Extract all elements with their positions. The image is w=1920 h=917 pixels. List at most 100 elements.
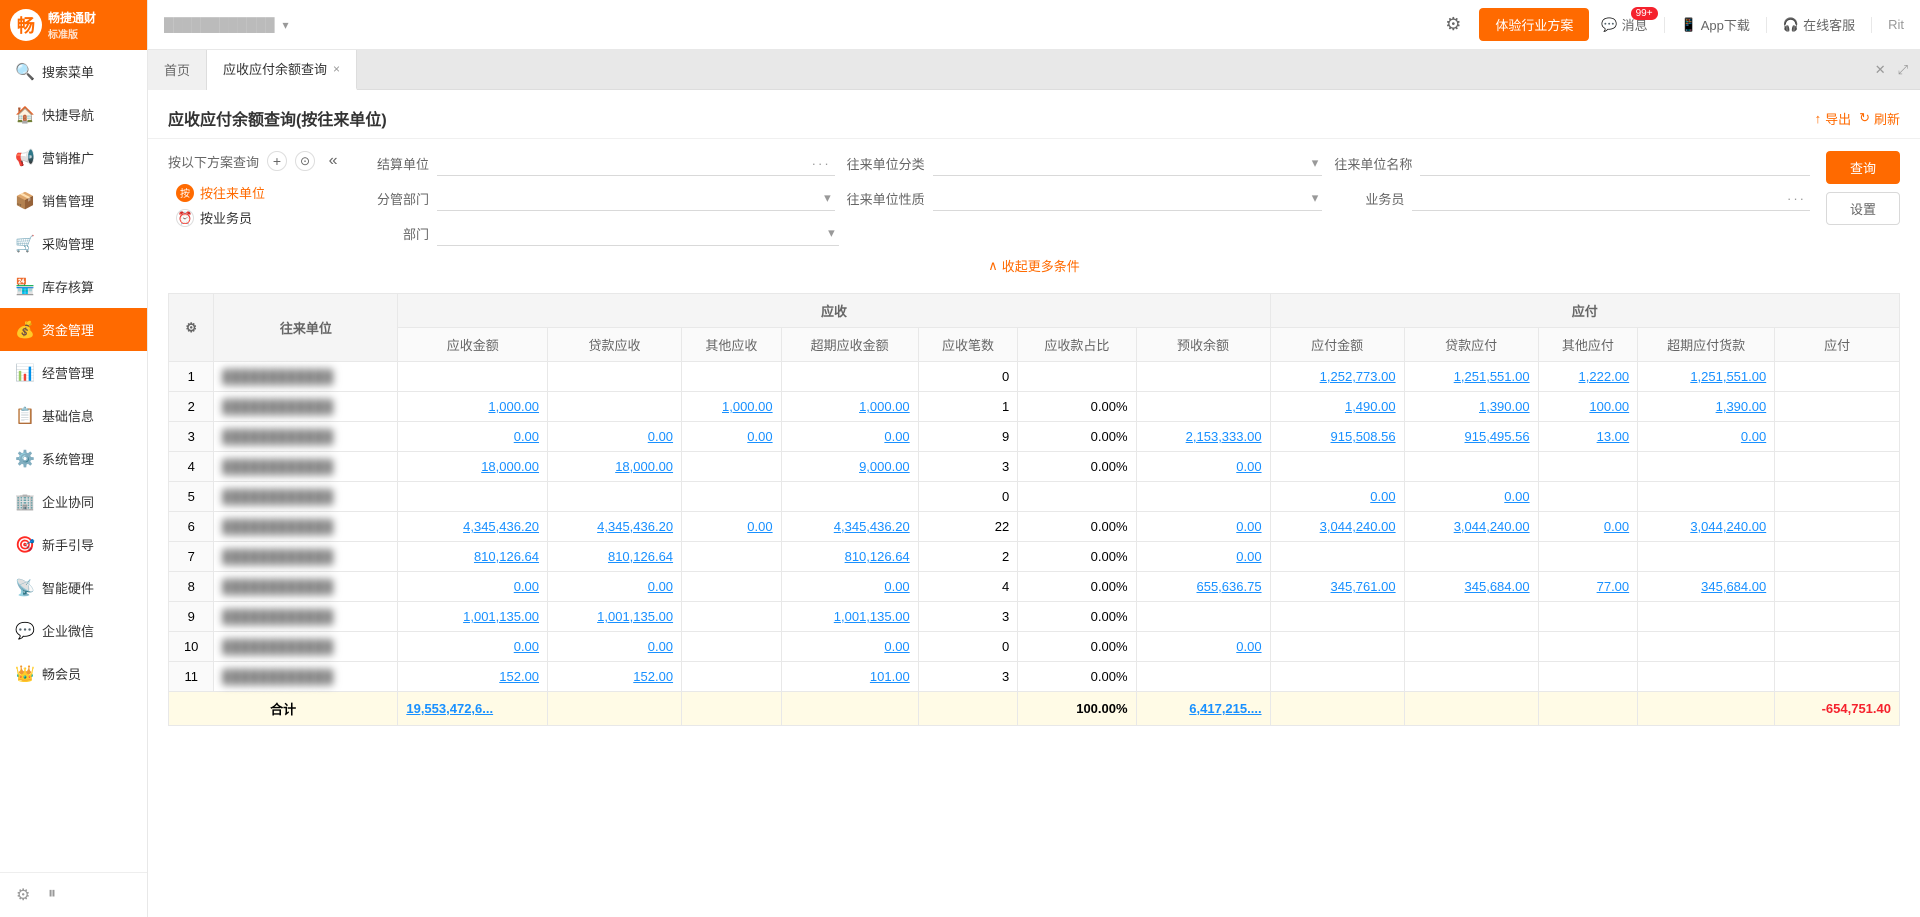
- cell-ap_other[interactable]: 13.00: [1538, 422, 1638, 452]
- cell-ar_loan[interactable]: 810,126.64: [548, 542, 682, 572]
- cell-ar_other[interactable]: 1,000.00: [682, 392, 782, 422]
- sidebar-item-enterprise[interactable]: 🏢 企业协同: [0, 480, 147, 523]
- partner-name-input[interactable]: [1420, 152, 1810, 176]
- cell-ap_amount[interactable]: 1,490.00: [1270, 392, 1404, 422]
- cell-ar_overdue[interactable]: 101.00: [781, 662, 918, 692]
- cell-ap_loan[interactable]: 0.00: [1404, 482, 1538, 512]
- sidebar-item-system[interactable]: ⚙️ 系统管理: [0, 437, 147, 480]
- sidebar-item-warehouse[interactable]: 🏪 库存核算: [0, 265, 147, 308]
- cell-prepaid[interactable]: 0.00: [1136, 542, 1270, 572]
- cell-ap_other[interactable]: 100.00: [1538, 392, 1638, 422]
- cell-ap_amount[interactable]: 915,508.56: [1270, 422, 1404, 452]
- cell-ar_count[interactable]: 3: [918, 452, 1018, 482]
- settings-footer-icon[interactable]: ⚙: [16, 885, 36, 905]
- cell-ar_ratio[interactable]: 0.00%: [1018, 512, 1136, 542]
- cell-ar_amount[interactable]: 18,000.00: [398, 452, 548, 482]
- cell-ar_other[interactable]: 0.00: [682, 422, 782, 452]
- sidebar-item-marketing[interactable]: 📢 营销推广: [0, 136, 147, 179]
- cell-prepaid[interactable]: 0.00: [1136, 632, 1270, 662]
- cell-ar_ratio[interactable]: 0.00%: [1018, 422, 1136, 452]
- cell-ar_overdue[interactable]: 0.00: [781, 422, 918, 452]
- cell-ar_ratio[interactable]: 0.00%: [1018, 392, 1136, 422]
- cell-ap_amount[interactable]: 3,044,240.00: [1270, 512, 1404, 542]
- cell-ap_overdue[interactable]: 1,390.00: [1638, 392, 1775, 422]
- cell-ar_overdue[interactable]: 810,126.64: [781, 542, 918, 572]
- cell-ar_amount[interactable]: 0.00: [398, 632, 548, 662]
- cell-ap_loan[interactable]: 1,251,551.00: [1404, 362, 1538, 392]
- cell-ap_overdue[interactable]: 3,044,240.00: [1638, 512, 1775, 542]
- cell-ar_overdue[interactable]: 1,000.00: [781, 392, 918, 422]
- cell-ap_overdue[interactable]: 1,251,551.00: [1638, 362, 1775, 392]
- cell-prepaid[interactable]: 2,153,333.00: [1136, 422, 1270, 452]
- cell-ar_overdue[interactable]: 9,000.00: [781, 452, 918, 482]
- cell-ap_amount[interactable]: 0.00: [1270, 482, 1404, 512]
- cell-ar_amount[interactable]: 4,345,436.20: [398, 512, 548, 542]
- sidebar-item-base-info[interactable]: 📋 基础信息: [0, 394, 147, 437]
- refresh-button[interactable]: ↻ 刷新: [1859, 109, 1900, 128]
- cell-ap_overdue[interactable]: 0.00: [1638, 422, 1775, 452]
- cell-ar_overdue[interactable]: 0.00: [781, 572, 918, 602]
- cell-ar_count[interactable]: 2: [918, 542, 1018, 572]
- cell-ap_amount[interactable]: 1,252,773.00: [1270, 362, 1404, 392]
- filter-config-button[interactable]: ⊙: [295, 151, 315, 171]
- cell-prepaid[interactable]: 0.00: [1136, 512, 1270, 542]
- export-button[interactable]: ↑ 导出: [1815, 109, 1852, 128]
- topbar-app-download[interactable]: 📱 App下载: [1681, 15, 1750, 34]
- table-settings-icon[interactable]: ⚙: [169, 294, 214, 362]
- cell-ar_amount[interactable]: 0.00: [398, 572, 548, 602]
- collapse-footer-icon[interactable]: ⏸: [48, 885, 68, 905]
- sidebar-item-wechat[interactable]: 💬 企业微信: [0, 609, 147, 652]
- topbar-gear-button[interactable]: ⚙: [1439, 11, 1467, 39]
- cell-ar_amount[interactable]: 1,000.00: [398, 392, 548, 422]
- cell-ar_amount[interactable]: 152.00: [398, 662, 548, 692]
- collapse-more-button[interactable]: ∧ 收起更多条件: [168, 250, 1900, 281]
- sidebar-item-member[interactable]: 👑 畅会员: [0, 652, 147, 695]
- sidebar-item-sales[interactable]: 📦 销售管理: [0, 179, 147, 222]
- cell-ar_amount[interactable]: 810,126.64: [398, 542, 548, 572]
- tab-home[interactable]: 首页: [148, 50, 207, 90]
- sidebar-item-purchase[interactable]: 🛒 采购管理: [0, 222, 147, 265]
- topbar-messages[interactable]: 💬 消息 99+: [1601, 15, 1647, 34]
- cell-ar_count[interactable]: 4: [918, 572, 1018, 602]
- cell-ar_amount[interactable]: 0.00: [398, 422, 548, 452]
- topbar-user[interactable]: Rit: [1888, 17, 1904, 32]
- footer-prepaid[interactable]: 6,417,215....: [1136, 692, 1270, 726]
- cell-prepaid[interactable]: 655,636.75: [1136, 572, 1270, 602]
- cell-ap_loan[interactable]: 3,044,240.00: [1404, 512, 1538, 542]
- cell-ar_loan[interactable]: 1,001,135.00: [548, 602, 682, 632]
- sidebar-item-operations[interactable]: 📊 经营管理: [0, 351, 147, 394]
- filter-collapse-button[interactable]: «: [323, 151, 343, 171]
- filter-add-button[interactable]: +: [267, 151, 287, 171]
- cell-ar_ratio[interactable]: 0.00%: [1018, 662, 1136, 692]
- cell-ar_loan[interactable]: 18,000.00: [548, 452, 682, 482]
- cell-ar_amount[interactable]: 1,001,135.00: [398, 602, 548, 632]
- cell-ar_loan[interactable]: 4,345,436.20: [548, 512, 682, 542]
- cell-ap_amount[interactable]: 345,761.00: [1270, 572, 1404, 602]
- cell-ar_loan[interactable]: 152.00: [548, 662, 682, 692]
- cell-ap_other[interactable]: 1,222.00: [1538, 362, 1638, 392]
- settings-button[interactable]: 设置: [1826, 192, 1900, 225]
- cell-ar_count[interactable]: 1: [918, 392, 1018, 422]
- salesperson-dots[interactable]: ···: [1787, 191, 1806, 206]
- filter-scheme-salesperson[interactable]: ⏰ 按业务员: [176, 208, 343, 227]
- cell-ar_count[interactable]: 3: [918, 602, 1018, 632]
- cell-ap_overdue[interactable]: 345,684.00: [1638, 572, 1775, 602]
- cell-ap_loan[interactable]: 915,495.56: [1404, 422, 1538, 452]
- tab-close-icon[interactable]: ×: [333, 62, 340, 76]
- cell-ar_overdue[interactable]: 1,001,135.00: [781, 602, 918, 632]
- cell-ar_ratio[interactable]: 0.00%: [1018, 572, 1136, 602]
- cell-ar_overdue[interactable]: 4,345,436.20: [781, 512, 918, 542]
- cell-ar_ratio[interactable]: 0.00%: [1018, 602, 1136, 632]
- maximize-window-icon[interactable]: ⤢: [1898, 62, 1908, 78]
- cell-ar_count[interactable]: 0: [918, 362, 1018, 392]
- cell-ap_loan[interactable]: 1,390.00: [1404, 392, 1538, 422]
- tab-ar-query[interactable]: 应收应付余额查询 ×: [207, 50, 357, 90]
- sidebar-item-quick-nav[interactable]: 🏠 快捷导航: [0, 93, 147, 136]
- cell-ar_other[interactable]: 0.00: [682, 512, 782, 542]
- topbar-customer-service[interactable]: 🎧 在线客服: [1783, 15, 1855, 34]
- settlement-dots[interactable]: ···: [812, 156, 831, 171]
- sidebar-item-smart-hw[interactable]: 📡 智能硬件: [0, 566, 147, 609]
- cell-ap_loan[interactable]: 345,684.00: [1404, 572, 1538, 602]
- cell-ar_loan[interactable]: 0.00: [548, 572, 682, 602]
- cell-ap_other[interactable]: 77.00: [1538, 572, 1638, 602]
